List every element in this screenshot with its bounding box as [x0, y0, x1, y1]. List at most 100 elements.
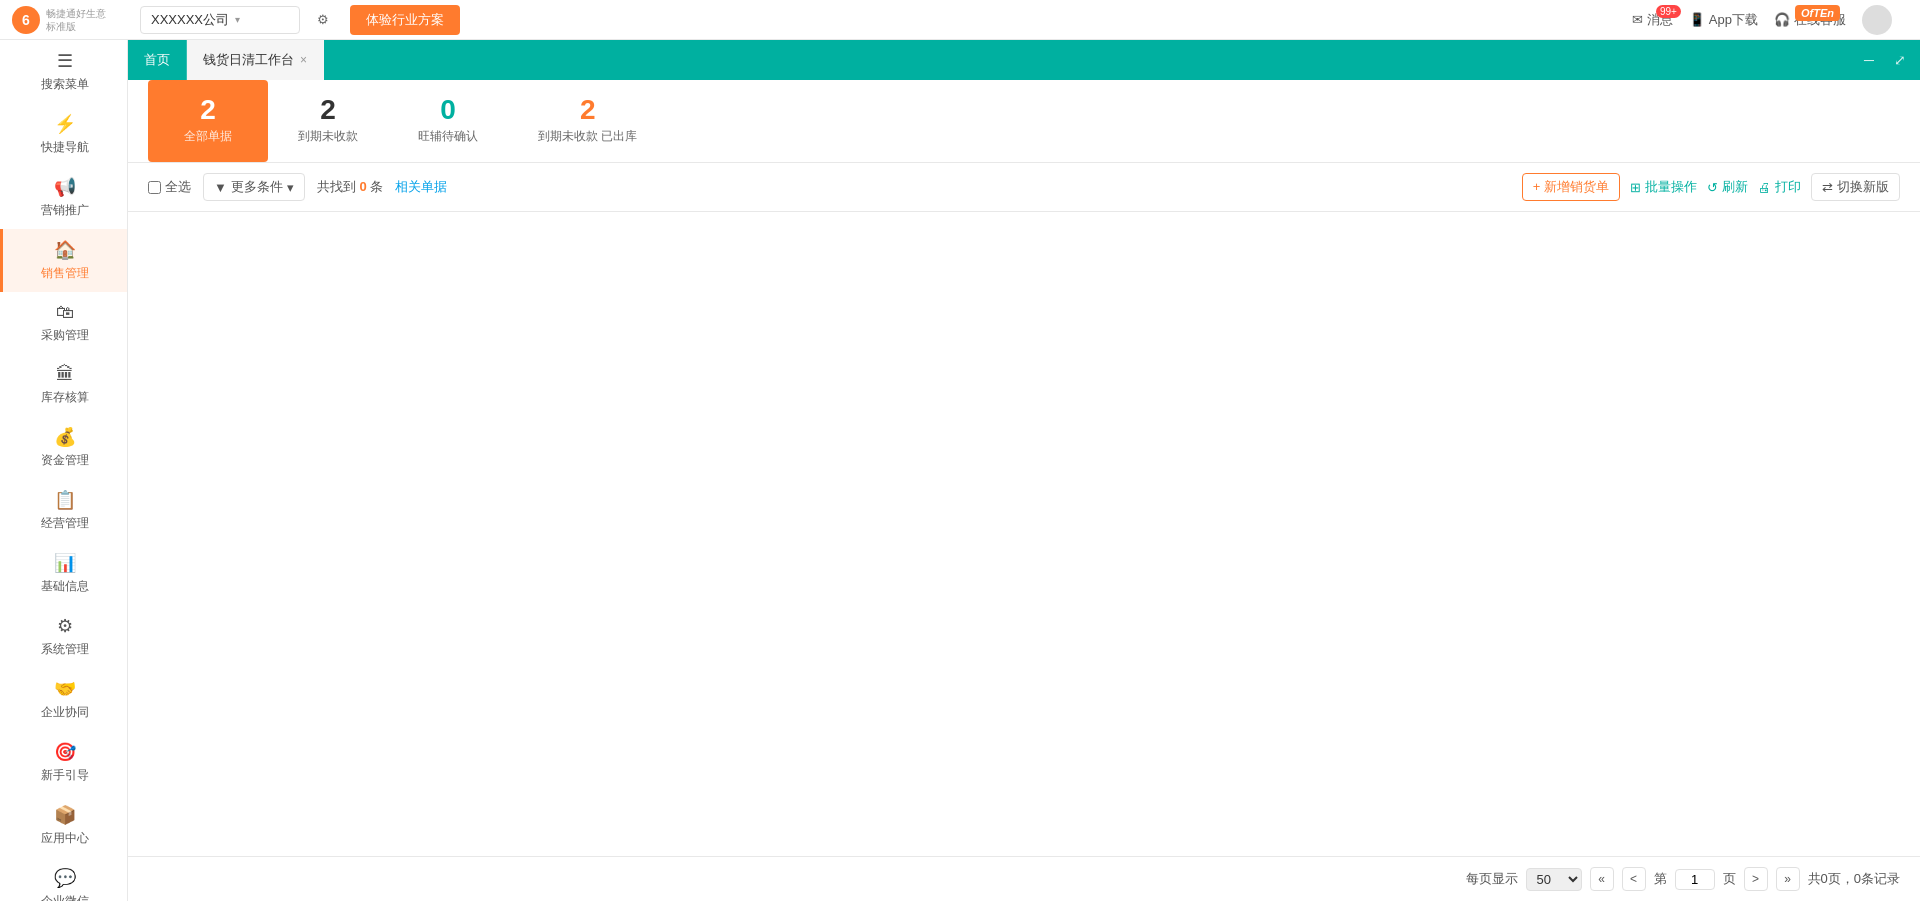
- stat-num-overdue: 2: [320, 94, 336, 126]
- stat-num-pending: 0: [440, 94, 456, 126]
- sidebar-item-operations[interactable]: 📋 经营管理: [0, 479, 127, 542]
- stat-label-all: 全部单据: [184, 128, 232, 145]
- stat-card-overdue[interactable]: 2 到期未收款: [268, 80, 388, 162]
- headset-icon: 🎧: [1774, 12, 1790, 27]
- app-download-button[interactable]: 📱 App下载: [1689, 11, 1758, 29]
- sidebar-item-marketing[interactable]: 📢 营销推广: [0, 166, 127, 229]
- filter-label: 更多条件: [231, 178, 283, 196]
- print-icon: 🖨: [1758, 180, 1771, 195]
- sidebar-label-sales: 销售管理: [41, 265, 89, 282]
- filter-dropdown-icon: ▾: [287, 180, 294, 195]
- sidebar-item-purchase[interactable]: 🛍 采购管理: [0, 292, 127, 354]
- page-size-label: 每页显示: [1466, 870, 1518, 888]
- related-records-link[interactable]: 相关单据: [395, 178, 447, 196]
- tab-home[interactable]: 首页: [128, 40, 187, 80]
- sidebar-label-quick-nav: 快捷导航: [41, 139, 89, 156]
- avatar[interactable]: [1862, 5, 1892, 35]
- quick-nav-icon: ⚡: [54, 113, 76, 135]
- toolbar-right: + 新增销货单 ⊞ 批量操作 ↺ 刷新 🖨 打印 ⇄: [1522, 173, 1900, 201]
- batch-label: 批量操作: [1645, 178, 1697, 196]
- company-selector[interactable]: XXXXXX公司 ▾: [140, 6, 300, 34]
- toolbar: 全选 ▼ 更多条件 ▾ 共找到 0 条 相关单据 + 新增销货单 ⊞: [128, 163, 1920, 212]
- basic-info-icon: 📊: [54, 552, 76, 574]
- print-label: 打印: [1775, 178, 1801, 196]
- total-text: 共0页，0条记录: [1808, 870, 1900, 888]
- sidebar-item-guide[interactable]: 🎯 新手引导: [0, 731, 127, 794]
- prev-page-button[interactable]: <: [1622, 867, 1646, 891]
- sidebar-label-app-center: 应用中心: [41, 830, 89, 847]
- try-industry-button[interactable]: 体验行业方案: [350, 5, 460, 35]
- first-page-button[interactable]: «: [1590, 867, 1614, 891]
- sidebar-label-purchase: 采购管理: [41, 327, 89, 344]
- sidebar-label-inventory: 库存核算: [41, 389, 89, 406]
- new-sales-order-button[interactable]: + 新增销货单: [1522, 173, 1620, 201]
- message-button[interactable]: ✉ 消息 99+: [1632, 11, 1673, 29]
- inventory-icon: 🏛: [56, 364, 74, 385]
- filter-button[interactable]: ▼ 更多条件 ▾: [203, 173, 305, 201]
- main-layout: ☰ 搜索菜单 ⚡ 快捷导航 📢 营销推广 🏠 销售管理 🛍 采购管理 🏛 库存核…: [0, 40, 1920, 901]
- switch-version-button[interactable]: ⇄ 切换新版: [1811, 173, 1900, 201]
- stats-row: 2 全部单据 2 到期未收款 0 旺辅待确认 2 到期未收款 已出库: [128, 80, 1920, 163]
- sidebar-item-enterprise[interactable]: 🤝 企业协同: [0, 668, 127, 731]
- refresh-button[interactable]: ↺ 刷新: [1707, 178, 1748, 196]
- stat-card-pending[interactable]: 0 旺辅待确认: [388, 80, 508, 162]
- stat-card-all[interactable]: 2 全部单据: [148, 80, 268, 162]
- enterprise-icon: 🤝: [54, 678, 76, 700]
- sidebar-item-basic-info[interactable]: 📊 基础信息: [0, 542, 127, 605]
- company-dropdown-arrow: ▾: [235, 14, 240, 25]
- page-suffix: 页: [1723, 870, 1736, 888]
- refresh-label: 刷新: [1722, 178, 1748, 196]
- refresh-icon: ↺: [1707, 180, 1718, 195]
- logo-icon: 6: [12, 6, 40, 34]
- sidebar-label-system: 系统管理: [41, 641, 89, 658]
- batch-operation-button[interactable]: ⊞ 批量操作: [1630, 178, 1697, 196]
- found-count: 0: [360, 179, 367, 194]
- select-all-label[interactable]: 全选: [148, 178, 191, 196]
- settings-button[interactable]: ⚙: [308, 5, 338, 35]
- sidebar-label-guide: 新手引导: [41, 767, 89, 784]
- select-all-text: 全选: [165, 178, 191, 196]
- switch-label: 切换新版: [1837, 178, 1889, 196]
- page-number-input[interactable]: [1675, 869, 1715, 890]
- wechat-icon: 💬: [54, 867, 76, 889]
- select-all-checkbox[interactable]: [148, 181, 161, 194]
- logo-text: 畅捷通好生意 标准版: [46, 7, 106, 33]
- logo-area: 6 畅捷通好生意 标准版: [12, 6, 140, 34]
- sidebar-item-finance[interactable]: 💰 资金管理: [0, 416, 127, 479]
- stat-card-shipped[interactable]: 2 到期未收款 已出库: [508, 80, 667, 162]
- sidebar-item-system[interactable]: ⚙ 系统管理: [0, 605, 127, 668]
- sidebar-label-operations: 经营管理: [41, 515, 89, 532]
- sidebar-item-inventory[interactable]: 🏛 库存核算: [0, 354, 127, 416]
- tab-cashflow[interactable]: 钱货日清工作台 ×: [187, 40, 324, 80]
- top-header: 6 畅捷通好生意 标准版 XXXXXX公司 ▾ ⚙ 体验行业方案 ✉ 消息 99…: [0, 0, 1920, 40]
- operations-icon: 📋: [54, 489, 76, 511]
- tab-minimize-button[interactable]: ─: [1858, 50, 1880, 70]
- app-download-label: App下载: [1709, 11, 1758, 29]
- page-area: 2 全部单据 2 到期未收款 0 旺辅待确认 2 到期未收款 已出库: [128, 80, 1920, 901]
- print-button[interactable]: 🖨 打印: [1758, 178, 1801, 196]
- next-page-button[interactable]: >: [1744, 867, 1768, 891]
- guide-icon: 🎯: [54, 741, 76, 763]
- sidebar-item-wechat[interactable]: 💬 企业微信: [0, 857, 127, 901]
- tab-controls: ─ ⤢: [1850, 40, 1920, 80]
- search-menu-icon: ☰: [57, 50, 73, 72]
- page-size-select[interactable]: 50 20 100: [1526, 868, 1582, 891]
- sidebar-item-quick-nav[interactable]: ⚡ 快捷导航: [0, 103, 127, 166]
- stat-label-shipped: 到期未收款 已出库: [538, 128, 637, 145]
- sidebar: ☰ 搜索菜单 ⚡ 快捷导航 📢 营销推广 🏠 销售管理 🛍 采购管理 🏛 库存核…: [0, 40, 128, 901]
- tab-close-button[interactable]: ×: [300, 53, 307, 67]
- sidebar-item-search-menu[interactable]: ☰ 搜索菜单: [0, 40, 127, 103]
- tab-maximize-button[interactable]: ⤢: [1888, 50, 1912, 70]
- marketing-icon: 📢: [54, 176, 76, 198]
- table-area: [128, 212, 1920, 856]
- stat-num-shipped: 2: [580, 94, 596, 126]
- found-text: 共找到 0 条: [317, 178, 383, 196]
- last-page-button[interactable]: »: [1776, 867, 1800, 891]
- app-center-icon: 📦: [54, 804, 76, 826]
- sidebar-item-app-center[interactable]: 📦 应用中心: [0, 794, 127, 857]
- sidebar-item-sales[interactable]: 🏠 销售管理: [0, 229, 127, 292]
- stat-num-all: 2: [200, 94, 216, 126]
- system-icon: ⚙: [57, 615, 73, 637]
- tab-home-label: 首页: [144, 51, 170, 69]
- sidebar-label-basic-info: 基础信息: [41, 578, 89, 595]
